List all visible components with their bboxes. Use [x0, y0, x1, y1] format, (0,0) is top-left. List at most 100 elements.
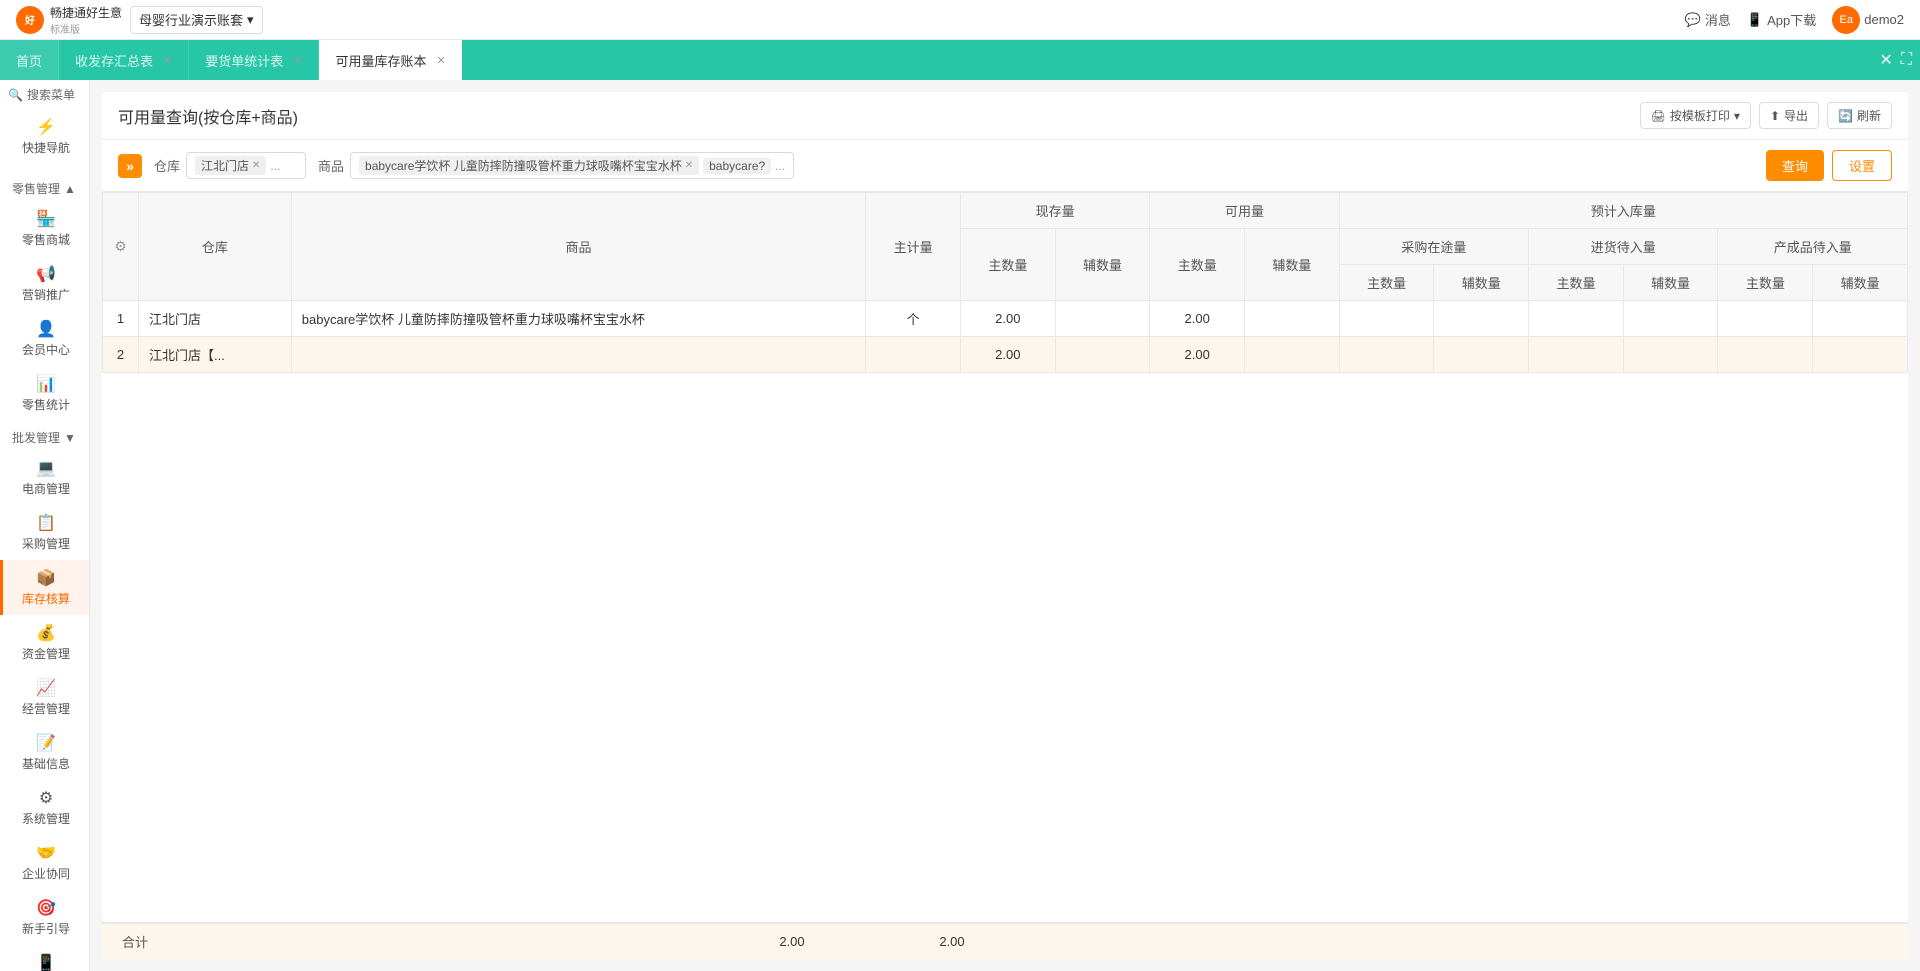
sidebar-item-lingxiao-stat[interactable]: 📊 零售统计	[0, 366, 89, 421]
col-incoming-main-header: 主数量	[1529, 265, 1624, 301]
col-produced-sub-header: 辅数量	[1813, 265, 1908, 301]
warehouse-tag-text-0: 江北门店	[201, 157, 249, 174]
cell-incomingmain-0	[1529, 301, 1624, 337]
product-filter-label: 商品	[318, 156, 344, 175]
kucun-icon: 📦	[36, 568, 56, 588]
download-icon: 📱	[1747, 12, 1763, 28]
page-title: 可用量查询(按仓库+商品)	[118, 104, 298, 128]
top-bar-right: 💬 消息 📱 App下载 Ea demo2	[1685, 6, 1904, 34]
table-row: 1 江北门店 babycare学饮杯 儿童防摔防撞吸管杯重力球吸嘴杯宝宝水杯 个…	[103, 301, 1908, 337]
sidebar-item-zijin[interactable]: 💰 资金管理	[0, 615, 89, 670]
footer-total-label: 合计	[112, 932, 752, 951]
cell-producedsub-0	[1813, 301, 1908, 337]
avatar-text: Ea	[1840, 14, 1853, 26]
close-all-button[interactable]: ✕	[1879, 50, 1892, 70]
zijin-icon: 💰	[36, 623, 56, 643]
sidebar-section-pifa[interactable]: 批发管理 ▼	[0, 421, 89, 450]
column-settings-icon[interactable]: ⚙	[114, 238, 127, 254]
sidebar-section-pifa-label: 批发管理	[12, 429, 60, 446]
page-header: 可用量查询(按仓库+商品) 🖨 按模板打印 ▾ ⬆ 导出 🔄 刷新	[102, 92, 1908, 140]
product-filter-field: 商品 babycare学饮杯 儿童防摔防撞吸管杯重力球吸嘴杯宝宝水杯 ✕ bab…	[318, 152, 794, 179]
print-button[interactable]: 🖨 按模板打印 ▾	[1640, 102, 1751, 129]
cell-producedmain-1	[1718, 337, 1813, 373]
avatar: Ea	[1832, 6, 1860, 34]
product-tag-text-0: babycare学饮杯 儿童防摔防撞吸管杯重力球吸嘴杯宝宝水杯	[365, 157, 682, 174]
main-layout: 🔍 搜索菜单 ⚡ 快捷导航 零售管理 ▲ 🏪 零售商城 📢 营销推广 👤 会员中…	[0, 80, 1920, 971]
sidebar-item-lingxiao-mall[interactable]: 🏪 零售商城	[0, 201, 89, 256]
user-area[interactable]: Ea demo2	[1832, 6, 1904, 34]
cell-product-1	[291, 337, 866, 373]
search-icon: 🔍	[8, 88, 23, 102]
col-forecast-header: 预计入库量	[1339, 193, 1907, 229]
print-chevron-icon: ▾	[1734, 109, 1740, 123]
sidebar-item-quicknav[interactable]: ⚡ 快捷导航	[0, 109, 89, 164]
warehouse-tag-close-0[interactable]: ✕	[252, 160, 260, 171]
sidebar-item-jingying[interactable]: 📈 经营管理	[0, 670, 89, 725]
filter-expand-button[interactable]: »	[118, 154, 142, 178]
cell-product-0: babycare学饮杯 儿童防摔防撞吸管杯重力球吸嘴杯宝宝水杯	[291, 301, 866, 337]
cell-seq-0: 1	[103, 301, 139, 337]
cell-purchasemain-1	[1339, 337, 1434, 373]
app-download-button[interactable]: 📱 App下载	[1747, 10, 1816, 29]
cell-incomingmain-1	[1529, 337, 1624, 373]
home-tab-label: 首页	[16, 51, 42, 70]
lingxiao-stat-icon: 📊	[36, 374, 56, 394]
setting-button[interactable]: 设置	[1832, 150, 1892, 181]
tab-yaohuo[interactable]: 要货单统计表 ✕	[189, 40, 319, 80]
col-avail-sub-header: 辅数量	[1245, 229, 1340, 301]
xinshou-icon: 🎯	[36, 898, 56, 918]
huiyuan-icon: 👤	[36, 319, 56, 339]
print-icon: 🖨	[1651, 109, 1666, 123]
tab-keyong[interactable]: 可用量库存账本 ✕	[319, 40, 461, 80]
export-button[interactable]: ⬆ 导出	[1759, 102, 1819, 129]
caigou-icon: 📋	[36, 513, 56, 533]
sidebar-huiyuan-label: 会员中心	[22, 341, 70, 358]
expand-button[interactable]: ⛶	[1901, 51, 1912, 69]
tab-home[interactable]: 首页	[0, 40, 59, 80]
sidebar-item-qiye[interactable]: 🤝 企业协同	[0, 835, 89, 890]
product-filter-input[interactable]: babycare学饮杯 儿童防摔防撞吸管杯重力球吸嘴杯宝宝水杯 ✕ babyca…	[350, 152, 794, 179]
product-tag-close-0[interactable]: ✕	[685, 160, 693, 171]
qiye-icon: 🤝	[36, 843, 56, 863]
sidebar-item-caigou[interactable]: 📋 采购管理	[0, 505, 89, 560]
sidebar-item-huiyuan[interactable]: 👤 会员中心	[0, 311, 89, 366]
sidebar-lingxiao-stat-label: 零售统计	[22, 396, 70, 413]
yaohuo-tab-close[interactable]: ✕	[293, 54, 302, 67]
industry-select[interactable]: 母婴行业演示账套 ▾	[130, 6, 263, 34]
sidebar-section-lingxiao-label: 零售管理	[12, 180, 60, 197]
sidebar-item-yingyong[interactable]: 📱 应用中心	[0, 945, 89, 971]
sidebar-search[interactable]: 🔍 搜索菜单	[0, 80, 89, 109]
sidebar-item-dianshang[interactable]: 💻 电商管理	[0, 450, 89, 505]
product-dots[interactable]: ...	[775, 159, 785, 173]
yaohuo-tab-label: 要货单统计表	[205, 51, 283, 70]
product-tag-0: babycare学饮杯 儿童防摔防撞吸管杯重力球吸嘴杯宝宝水杯 ✕	[359, 156, 699, 175]
sidebar-section-lingxiao[interactable]: 零售管理 ▲	[0, 172, 89, 201]
logo-sub: 标准版	[50, 21, 122, 36]
xitong-icon: ⚙	[39, 788, 53, 808]
sidebar-item-yingxiao[interactable]: 📢 营销推广	[0, 256, 89, 311]
sidebar-item-jichu[interactable]: 📝 基础信息	[0, 725, 89, 780]
keyong-tab-close[interactable]: ✕	[437, 54, 446, 67]
col-settings-header: ⚙	[103, 193, 139, 301]
refresh-button[interactable]: 🔄 刷新	[1827, 102, 1892, 129]
query-button[interactable]: 查询	[1766, 150, 1824, 181]
cell-stockmain-0: 2.00	[960, 301, 1055, 337]
col-purchase-main-header: 主数量	[1339, 265, 1434, 301]
sidebar-item-xitong[interactable]: ⚙ 系统管理	[0, 780, 89, 835]
cell-mainunit-0: 个	[866, 301, 961, 337]
shoufacun-tab-close[interactable]: ✕	[163, 54, 172, 67]
message-button[interactable]: 💬 消息	[1685, 10, 1731, 29]
warehouse-dots[interactable]: ...	[270, 159, 280, 173]
export-icon: ⬆	[1770, 109, 1780, 123]
col-incoming-sub-header: 辅数量	[1623, 265, 1718, 301]
sidebar-yingxiao-label: 营销推广	[22, 286, 70, 303]
cell-availsub-1	[1245, 337, 1340, 373]
sidebar-item-xinshou[interactable]: 🎯 新手引导	[0, 890, 89, 945]
content-area: 可用量查询(按仓库+商品) 🖨 按模板打印 ▾ ⬆ 导出 🔄 刷新	[90, 80, 1920, 971]
sidebar-item-kucun[interactable]: 📦 库存核算	[0, 560, 89, 615]
tab-shoufacun[interactable]: 收发存汇总表 ✕	[59, 40, 189, 80]
col-purchase-header: 采购在途量	[1339, 229, 1528, 265]
warehouse-filter-input[interactable]: 江北门店 ✕ ...	[186, 152, 306, 179]
expand-icon: »	[126, 158, 134, 174]
col-stock-sub-header: 辅数量	[1055, 229, 1150, 301]
